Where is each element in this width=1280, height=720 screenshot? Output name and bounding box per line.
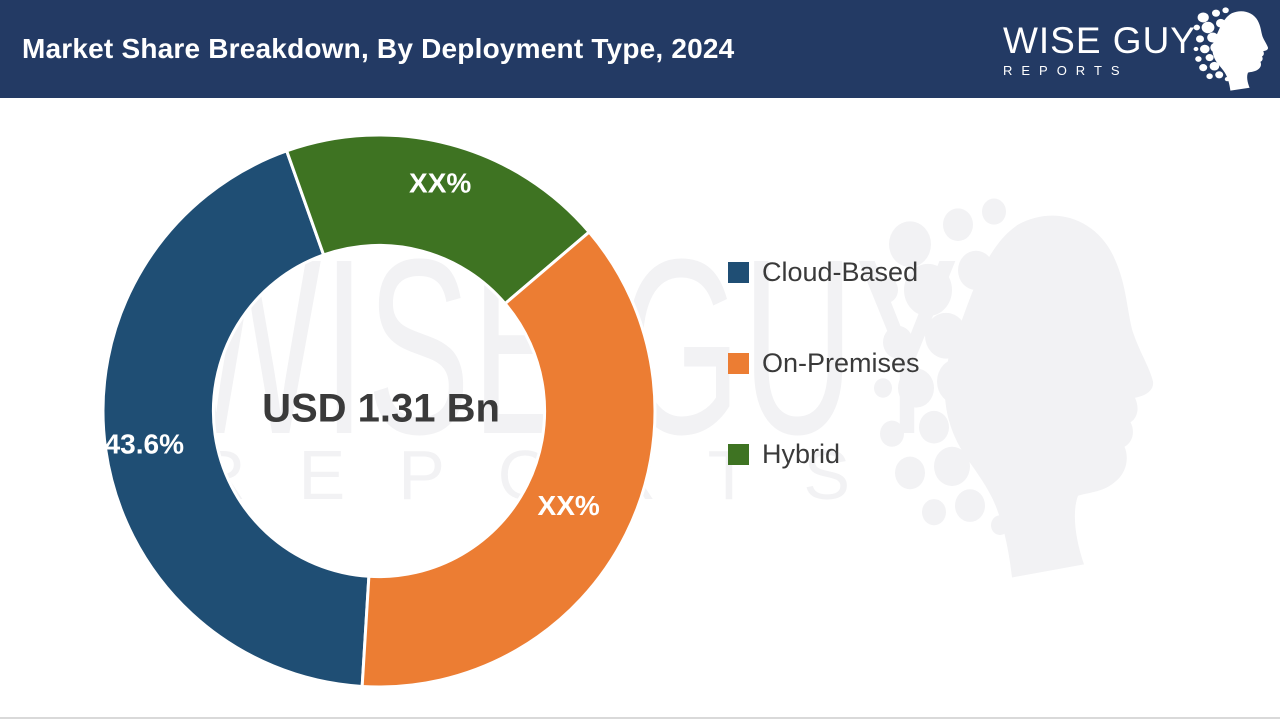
legend-item-hybrid: Hybrid <box>728 438 920 470</box>
logo-wordmark: WISE GUY REPORTS <box>1002 19 1196 78</box>
logo: WISE GUY REPORTS <box>1003 5 1272 93</box>
legend-item-cloud-based: Cloud-Based <box>728 256 920 288</box>
legend-label-cloud-based: Cloud-Based <box>762 257 919 287</box>
logo-wiseguy-text: WISE GUY <box>1002 19 1196 61</box>
donut-slice-on-premises <box>360 229 657 689</box>
slice-label-on-premises: XX% <box>538 490 600 521</box>
donut-chart: 43.6% XX% XX% <box>101 133 657 689</box>
page-title: Market Share Breakdown, By Deployment Ty… <box>22 33 735 64</box>
logo-reports-text: REPORTS <box>1002 62 1129 78</box>
bottom-border <box>0 717 1280 719</box>
slice-label-cloud-based: 43.6% <box>105 429 184 460</box>
head-profile-icon <box>1192 6 1272 92</box>
slice-label-hybrid: XX% <box>409 168 471 199</box>
legend-item-on-premises: On-Premises <box>728 347 920 379</box>
legend-swatch-cloud-based <box>728 261 749 283</box>
legend-label-on-premises: On-Premises <box>762 348 920 378</box>
header-bar: Market Share Breakdown, By Deployment Ty… <box>0 0 1280 98</box>
chart-legend: Cloud-Based On-Premises Hybrid <box>728 256 920 529</box>
infographic-canvas: WISE GUY REPORTS Market Share Breakdown,… <box>0 0 1280 720</box>
legend-swatch-on-premises <box>728 352 749 374</box>
legend-label-hybrid: Hybrid <box>762 439 841 469</box>
center-value-label: USD 1.31 Bn <box>262 386 500 431</box>
legend-swatch-hybrid <box>728 443 749 465</box>
